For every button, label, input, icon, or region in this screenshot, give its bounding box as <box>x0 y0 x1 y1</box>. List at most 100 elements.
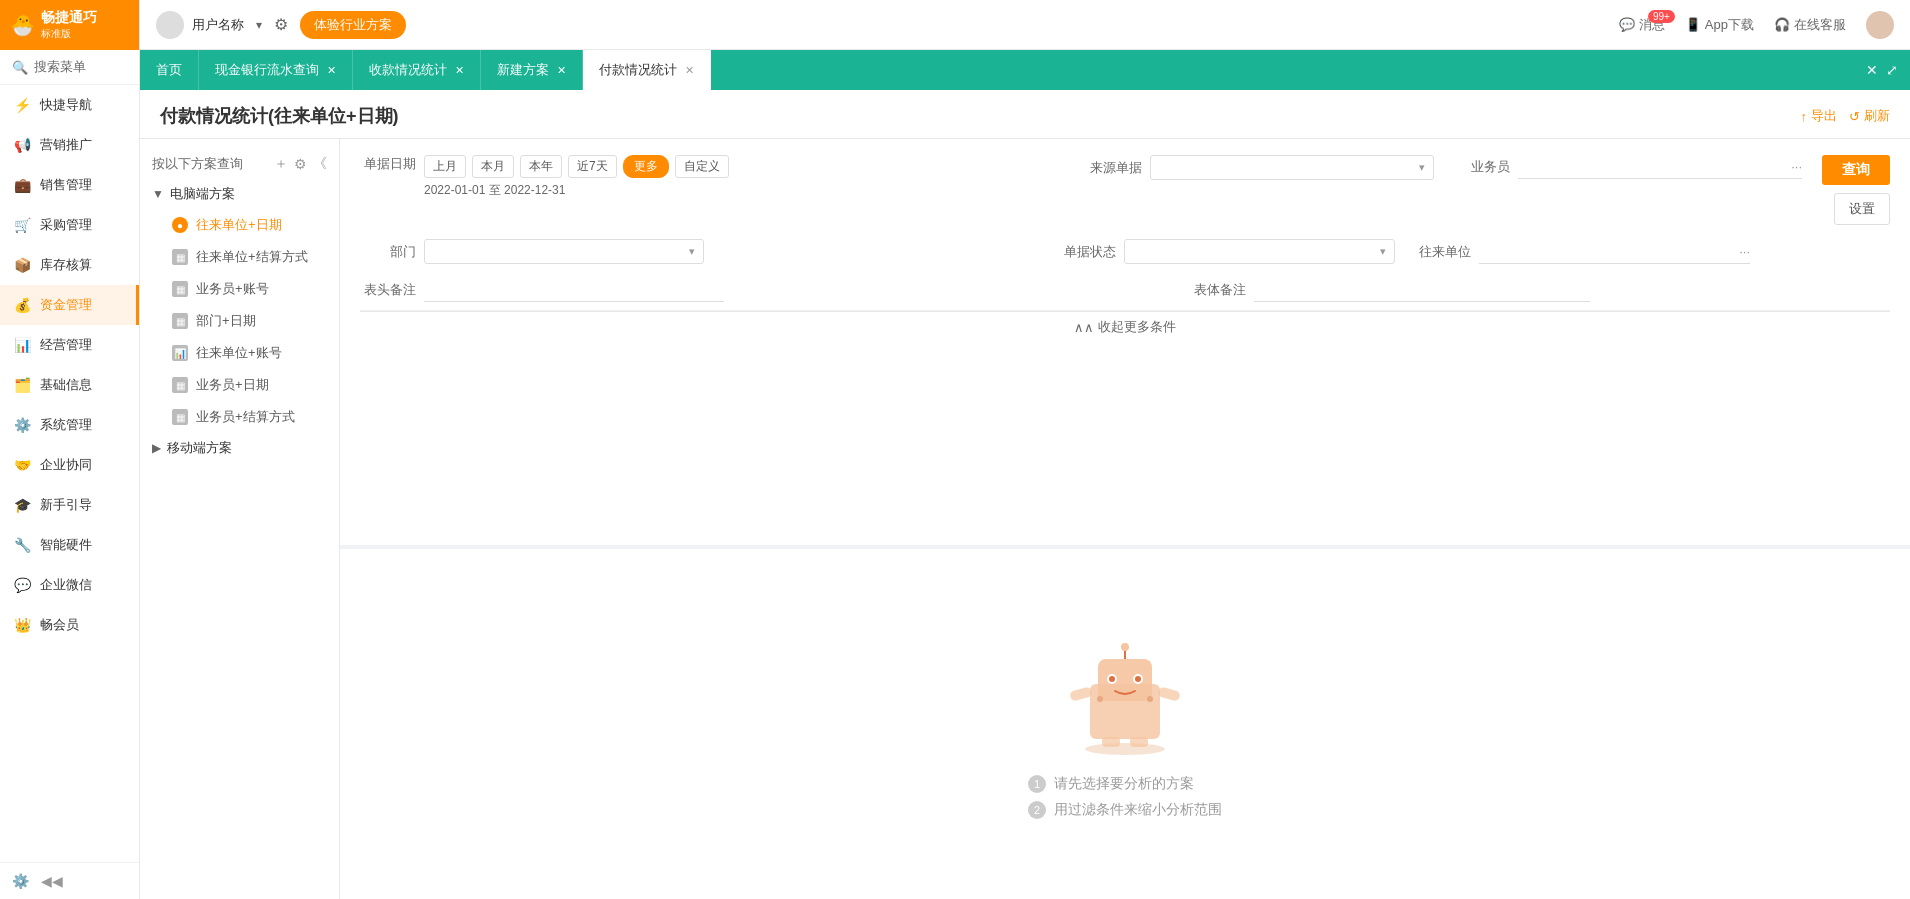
scheme-item-staff-account[interactable]: ▦ 业务员+账号 <box>140 273 339 305</box>
svg-point-13 <box>1097 696 1103 702</box>
staff-input-area[interactable]: ··· <box>1518 155 1802 179</box>
sidebar-item-guide[interactable]: 🎓 新手引导 <box>0 485 139 525</box>
tab-close-icon[interactable]: ✕ <box>455 64 464 77</box>
collapse-sidebar-icon[interactable]: ◀◀ <box>41 873 63 889</box>
scheme-icon: ▦ <box>172 409 188 425</box>
add-scheme-icon[interactable]: ＋ <box>274 155 288 173</box>
scheme-header: 按以下方案查询 ＋ ⚙ 《 <box>140 149 339 179</box>
this-year-btn[interactable]: 本年 <box>520 155 562 178</box>
query-button[interactable]: 查询 <box>1822 155 1890 185</box>
dept-select[interactable]: ▾ <box>424 239 704 264</box>
last-month-btn[interactable]: 上月 <box>424 155 466 178</box>
scheme-item-staff-settle[interactable]: ▦ 业务员+结算方式 <box>140 401 339 433</box>
note-body-input[interactable] <box>1254 278 1590 302</box>
custom-btn[interactable]: 自定义 <box>675 155 729 178</box>
content-wrapper: 按以下方案查询 ＋ ⚙ 《 ▼ 电脑端方案 ● 往来单位+日期 ▦ 往来单位+结… <box>140 139 1910 899</box>
source-bill-select[interactable]: ▾ <box>1150 155 1434 180</box>
this-month-btn[interactable]: 本月 <box>472 155 514 178</box>
dept-arrow-icon: ▾ <box>689 245 695 258</box>
scheme-item-partner-settle[interactable]: ▦ 往来单位+结算方式 <box>140 241 339 273</box>
export-button[interactable]: ↑ 导出 <box>1801 107 1838 125</box>
scheme-category-desktop[interactable]: ▼ 电脑端方案 <box>140 179 339 209</box>
tab-home-label: 首页 <box>156 61 182 79</box>
close-all-tabs-icon[interactable]: ✕ <box>1866 62 1878 78</box>
sidebar-item-system[interactable]: ⚙️ 系统管理 <box>0 405 139 445</box>
topbar-settings-icon[interactable]: ⚙ <box>274 15 288 34</box>
sidebar-item-inventory[interactable]: 📦 库存核算 <box>0 245 139 285</box>
sidebar-item-basic[interactable]: 🗂️ 基础信息 <box>0 365 139 405</box>
tab-home[interactable]: 首页 <box>140 50 199 90</box>
scheme-item-label: 业务员+日期 <box>196 376 269 394</box>
expand-tabs-icon[interactable]: ⤢ <box>1886 62 1898 78</box>
sidebar-item-member[interactable]: 👑 畅会员 <box>0 605 139 645</box>
sidebar-item-purchase[interactable]: 🛒 采购管理 <box>0 205 139 245</box>
sidebar-item-weixin[interactable]: 💬 企业微信 <box>0 565 139 605</box>
online-service-btn[interactable]: 🎧 在线客服 <box>1774 16 1846 34</box>
filter-item-source: 来源单据 ▾ <box>1086 155 1434 180</box>
note-header-input[interactable] <box>424 278 724 302</box>
scheme-item-label: 往来单位+结算方式 <box>196 248 308 266</box>
smart-hw-icon: 🔧 <box>12 535 32 555</box>
svg-point-8 <box>1121 643 1129 651</box>
messages-btn[interactable]: 💬 消息 99+ <box>1619 16 1665 34</box>
trial-button[interactable]: 体验行业方案 <box>300 11 406 39</box>
dept-label: 部门 <box>360 243 416 261</box>
tab-label: 新建方案 <box>497 61 549 79</box>
settings-scheme-icon[interactable]: ⚙ <box>294 156 307 172</box>
tab-receipt-stat[interactable]: 收款情况统计 ✕ <box>353 50 481 90</box>
more-btn[interactable]: 更多 <box>623 155 669 178</box>
sidebar-item-operation[interactable]: 📊 经营管理 <box>0 325 139 365</box>
search-label: 搜索菜单 <box>34 58 86 76</box>
sidebar-item-quick-nav[interactable]: ⚡ 快捷导航 <box>0 85 139 125</box>
scheme-item-staff-date[interactable]: ▦ 业务员+日期 <box>140 369 339 401</box>
scheme-item-partner-account[interactable]: 📊 往来单位+账号 <box>140 337 339 369</box>
scheme-icon: ▦ <box>172 377 188 393</box>
svg-rect-12 <box>1130 737 1148 747</box>
user-dropdown-icon[interactable]: ▾ <box>256 18 262 32</box>
collapse-scheme-icon[interactable]: 《 <box>313 155 327 173</box>
topbar: 用户名称 ▾ ⚙ 体验行业方案 💬 消息 99+ 📱 App下载 🎧 在线客服 <box>140 0 1910 50</box>
topbar-user[interactable]: 用户名称 ▾ <box>156 11 262 39</box>
filter-row-2: 部门 ▾ 单据状态 ▾ 往来单位 <box>360 239 1890 264</box>
refresh-button[interactable]: ↺ 刷新 <box>1849 107 1890 125</box>
bill-status-select[interactable]: ▾ <box>1124 239 1395 264</box>
app-download-btn[interactable]: 📱 App下载 <box>1685 16 1754 34</box>
scheme-category-mobile[interactable]: ▶ 移动端方案 <box>140 433 339 463</box>
sidebar-logo: 🐣 畅捷通巧 标准版 <box>0 0 139 50</box>
scheme-icon: ▦ <box>172 249 188 265</box>
logo-icon: 🐣 <box>10 13 35 37</box>
filter-row-1: 单据日期 上月 本月 本年 近7天 更多 自定义 2022-01-01 至 20… <box>360 155 1890 225</box>
user-avatar-top[interactable] <box>1866 11 1894 39</box>
tab-close-icon[interactable]: ✕ <box>685 64 694 77</box>
collapse-filter-btn[interactable]: ∧∧ 收起更多条件 <box>360 311 1890 342</box>
scheme-item-dept-date[interactable]: ▦ 部门+日期 <box>140 305 339 337</box>
sales-icon: 💼 <box>12 175 32 195</box>
filter-item-note-header: 表头备注 <box>360 278 1160 302</box>
sidebar-item-fund[interactable]: 💰 资金管理 <box>0 285 139 325</box>
svg-point-5 <box>1109 676 1115 682</box>
tab-new-scheme[interactable]: 新建方案 ✕ <box>481 50 583 90</box>
tab-label: 现金银行流水查询 <box>215 61 319 79</box>
last-7days-btn[interactable]: 近7天 <box>568 155 617 178</box>
scheme-item-partner-date[interactable]: ● 往来单位+日期 <box>140 209 339 241</box>
tab-bank-flow[interactable]: 现金银行流水查询 ✕ <box>199 50 353 90</box>
scheme-icon: ▦ <box>172 281 188 297</box>
category-label: 电脑端方案 <box>170 185 235 203</box>
partner-input-area[interactable]: ··· <box>1479 240 1750 264</box>
sidebar-item-label: 企业微信 <box>40 576 92 594</box>
filter-item-dept: 部门 ▾ <box>360 239 1030 264</box>
search-menu[interactable]: 🔍 搜索菜单 <box>0 50 139 85</box>
sidebar-item-marketing[interactable]: 📢 营销推广 <box>0 125 139 165</box>
page-header: 付款情况统计(往来单位+日期) ↑ 导出 ↺ 刷新 <box>140 90 1910 139</box>
empty-tips: 1 请先选择要分析的方案 2 用过滤条件来缩小分析范围 <box>1028 775 1222 819</box>
sidebar-item-enterprise[interactable]: 🤝 企业协同 <box>0 445 139 485</box>
settings-bottom-icon[interactable]: ⚙️ <box>12 873 29 889</box>
svg-rect-9 <box>1069 686 1093 701</box>
sidebar-item-sales[interactable]: 💼 销售管理 <box>0 165 139 205</box>
settings-button[interactable]: 设置 <box>1834 193 1890 225</box>
sidebar-item-smart-hw[interactable]: 🔧 智能硬件 <box>0 525 139 565</box>
tab-close-icon[interactable]: ✕ <box>327 64 336 77</box>
tab-close-icon[interactable]: ✕ <box>557 64 566 77</box>
message-badge: 99+ <box>1648 10 1675 23</box>
tab-payment-stat[interactable]: 付款情况统计 ✕ <box>583 50 711 90</box>
